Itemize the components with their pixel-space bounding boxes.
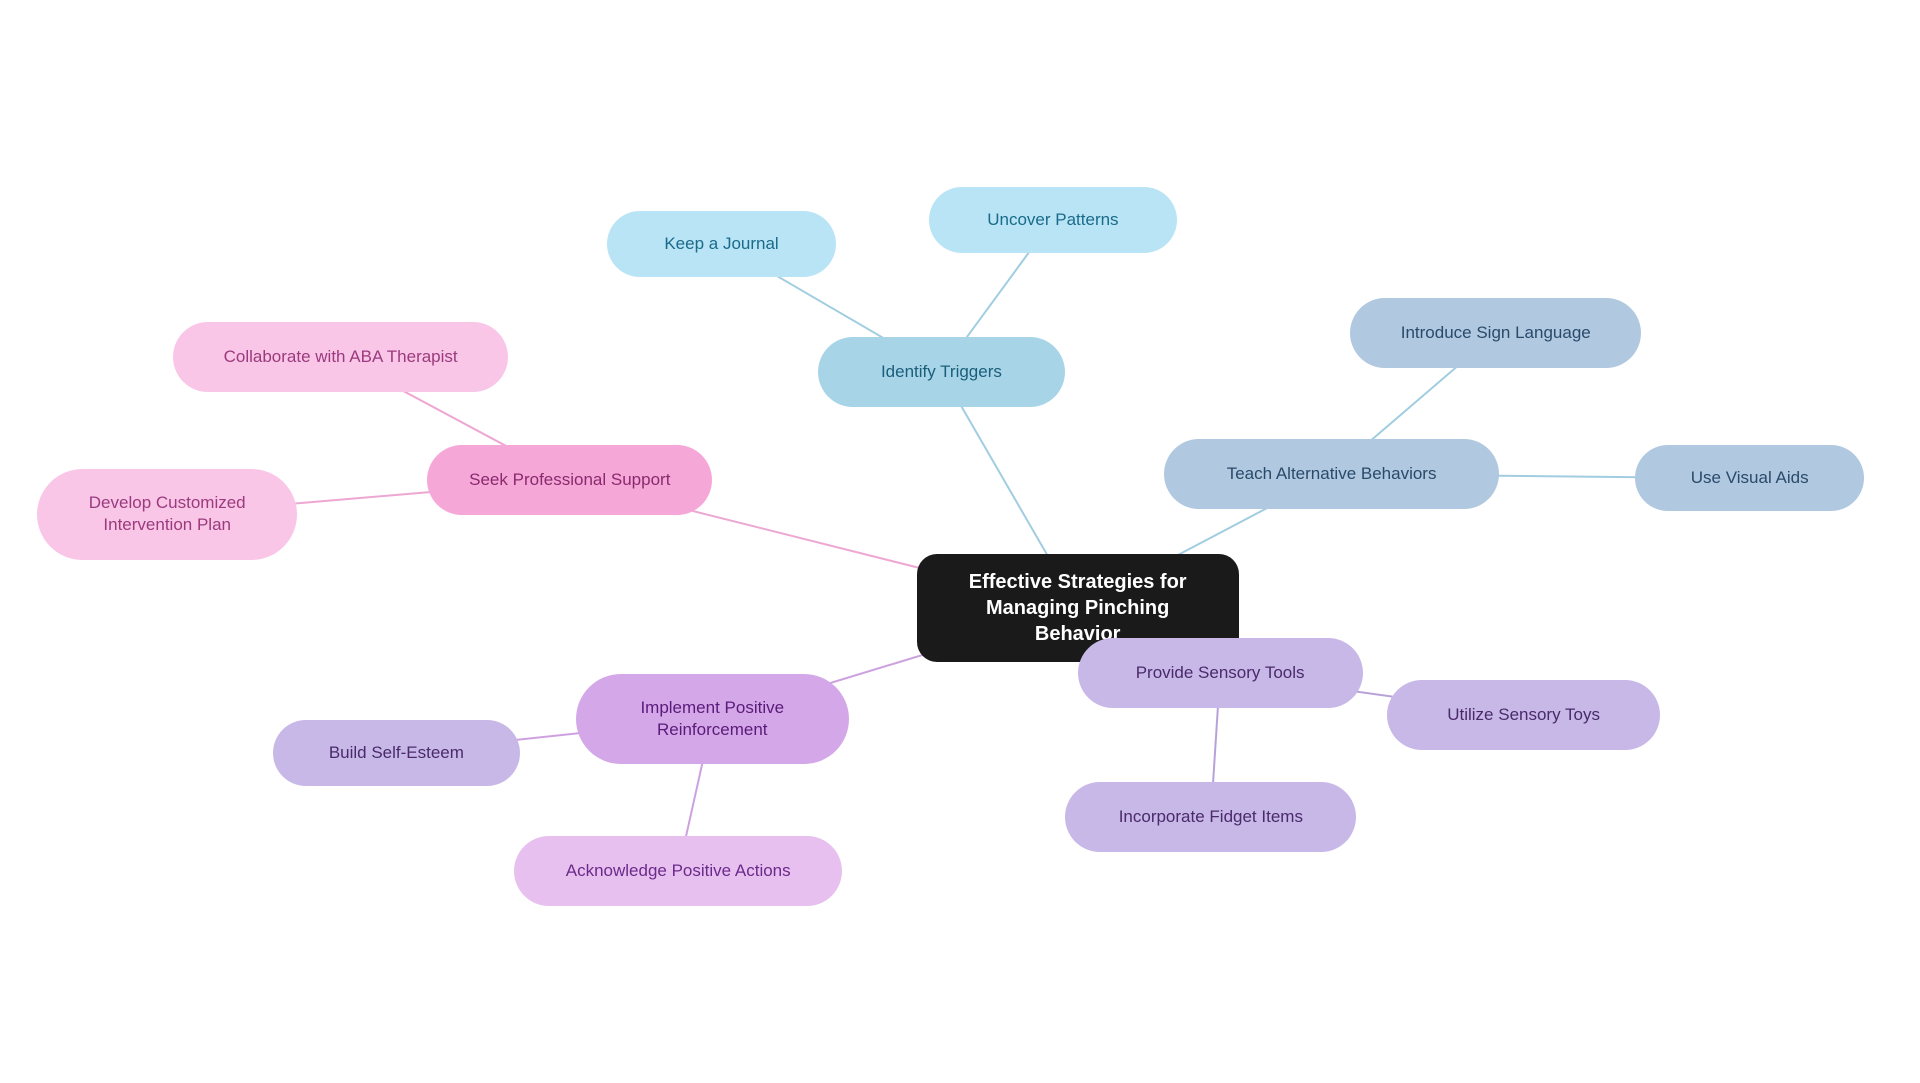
node-uncover_patterns: Uncover Patterns (929, 187, 1177, 253)
node-seek_professional: Seek Professional Support (427, 445, 712, 515)
node-use_visual_aids: Use Visual Aids (1635, 445, 1864, 511)
node-collaborate_aba: Collaborate with ABA Therapist (173, 322, 507, 392)
node-provide_sensory: Provide Sensory Tools (1078, 638, 1363, 708)
node-introduce_sign: Introduce Sign Language (1350, 298, 1641, 368)
node-identify_triggers: Identify Triggers (818, 337, 1066, 407)
node-incorporate_fidget: Incorporate Fidget Items (1065, 782, 1356, 852)
node-develop_plan: Develop Customized Intervention Plan (37, 469, 297, 559)
node-utilize_sensory_toys: Utilize Sensory Toys (1387, 680, 1660, 750)
node-keep_journal: Keep a Journal (607, 211, 836, 277)
node-build_self_esteem: Build Self-Esteem (273, 720, 521, 786)
mind-map: Effective Strategies for Managing Pinchi… (0, 0, 1920, 1083)
node-teach_alternative: Teach Alternative Behaviors (1164, 439, 1498, 509)
node-acknowledge_positive: Acknowledge Positive Actions (514, 836, 842, 906)
node-implement_positive: Implement Positive Reinforcement (576, 674, 849, 764)
